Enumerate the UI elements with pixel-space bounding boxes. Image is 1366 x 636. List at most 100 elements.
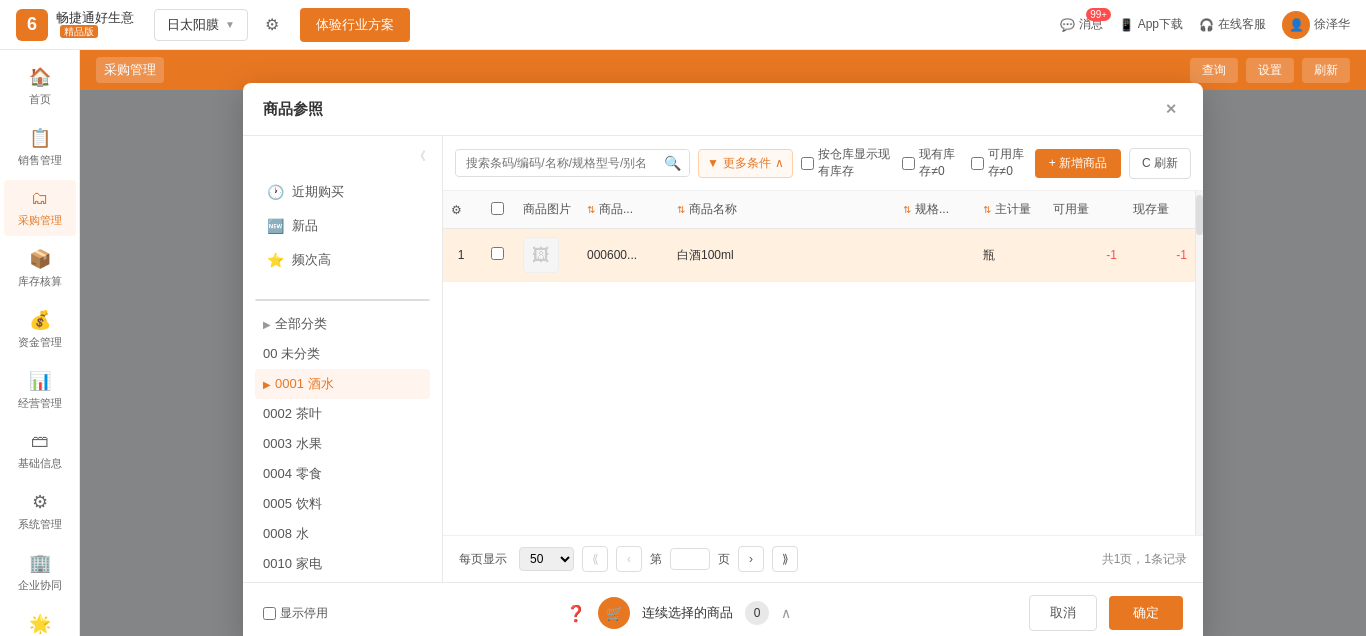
checkbox-warehouse[interactable]: 按仓库显示现有库存 <box>801 146 891 180</box>
cat-item-0001[interactable]: ▶ 0001 酒水 <box>255 369 430 399</box>
checkbox-available[interactable]: 可用库存≠0 <box>971 146 1027 180</box>
star-icon: ⭐ <box>267 252 284 268</box>
notifications-badge: 99+ <box>1086 8 1110 21</box>
sidebar-item-operations[interactable]: 📊 经营管理 <box>4 362 76 419</box>
bg-query-btn[interactable]: 查询 <box>1190 58 1238 83</box>
sidebar-item-guide[interactable]: 🌟 新手引导 <box>4 605 76 636</box>
subnav-item-purchase[interactable]: 采购管理 <box>96 57 164 83</box>
show-disabled-checkbox[interactable]: 显示停用 <box>263 605 328 622</box>
bg-refresh-btn[interactable]: 刷新 <box>1302 58 1350 83</box>
category-search-btn[interactable]: 🔍 <box>422 299 430 301</box>
cat-item-0008[interactable]: 0008 水 <box>255 519 430 549</box>
cat-active-arrow-icon: ▶ <box>263 379 271 390</box>
quick-frequent-btn[interactable]: ⭐ 频次高 <box>255 245 430 275</box>
product-table-wrap: ⚙ 商品图片 <box>443 191 1195 535</box>
quick-recent-btn[interactable]: 🕐 近期购买 <box>255 177 430 207</box>
new-product-btn[interactable]: + 新增商品 <box>1035 149 1121 178</box>
sidebar-item-system[interactable]: ⚙ 系统管理 <box>4 483 76 540</box>
bg-settings-btn[interactable]: 设置 <box>1246 58 1294 83</box>
col-header-unit[interactable]: ⇅ 主计量 <box>975 191 1045 229</box>
modal-footer: 显示停用 ❓ 🛒 连续选择的商品 0 ∧ 取消 确定 <box>243 582 1203 636</box>
inventory-icon: 📦 <box>29 248 51 270</box>
main-content: 采购管理 查询 设置 刷新 商品参照 ✕ <box>80 50 1366 636</box>
trial-button[interactable]: 体验行业方案 <box>300 8 410 42</box>
category-search-input[interactable] <box>256 299 422 301</box>
refresh-btn[interactable]: C 刷新 <box>1129 148 1191 179</box>
gear-icon[interactable]: ⚙ <box>256 9 288 41</box>
top-nav: 6 畅捷通好生意 精品版 日太阳膜 ▼ ⚙ 体验行业方案 💬 消息 99+ 📱 … <box>0 0 1366 50</box>
sidebar-item-inventory[interactable]: 📦 库存核算 <box>4 240 76 297</box>
sidebar-item-home[interactable]: 🏠 首页 <box>4 58 76 115</box>
cart-label: 连续选择的商品 <box>642 604 733 622</box>
modal-pagination: 每页显示 50 100 200 ⟪ ‹ 第 1 页 › <box>443 535 1203 582</box>
modal-header: 商品参照 ✕ <box>243 83 1203 136</box>
notifications-item[interactable]: 💬 消息 99+ <box>1060 16 1103 33</box>
cancel-button[interactable]: 取消 <box>1029 595 1097 631</box>
cat-item-0005[interactable]: 0005 饮料 <box>255 489 430 519</box>
col-header-check <box>479 191 515 229</box>
select-all-checkbox[interactable] <box>491 202 504 215</box>
cat-item-0010[interactable]: 0010 家电 <box>255 549 430 579</box>
logo-icon: 6 <box>16 9 48 41</box>
sidebar-item-finance[interactable]: 💰 资金管理 <box>4 301 76 358</box>
collapse-up-icon[interactable]: ∧ <box>781 605 791 621</box>
col-header-code[interactable]: ⇅ 商品... <box>579 191 669 229</box>
app-download-item[interactable]: 📱 App下载 <box>1119 16 1183 33</box>
row-code: 000600... <box>579 229 669 282</box>
page-input[interactable]: 1 <box>670 548 710 570</box>
cart-icon[interactable]: 🛒 <box>598 597 630 629</box>
quick-new-btn[interactable]: 🆕 新品 <box>255 211 430 241</box>
row-unit: 瓶 <box>975 229 1045 282</box>
table-row[interactable]: 1 🖼 <box>443 229 1195 282</box>
cart-count: 0 <box>745 601 769 625</box>
enterprise-icon: 🏢 <box>29 552 51 574</box>
modal-overlay: 商品参照 ✕ 《 🕐 <box>80 90 1366 636</box>
sidebar-item-basic[interactable]: 🗃 基础信息 <box>4 423 76 479</box>
spec-sort-icon: ⇅ <box>903 204 911 215</box>
modal-search-bar: 🔍 ▼ 更多条件 ∧ 按仓库显示现有库存 <box>443 136 1203 191</box>
brand-name: 畅捷通好生意 <box>56 10 134 26</box>
row-check[interactable] <box>479 229 515 282</box>
scroll-thumb[interactable] <box>1196 195 1203 235</box>
nav-selector[interactable]: 日太阳膜 ▼ <box>154 9 248 41</box>
col-header-name[interactable]: ⇅ 商品名称 <box>669 191 895 229</box>
page-prev-btn[interactable]: ‹ <box>616 546 642 572</box>
filter-icon: ▼ <box>707 156 719 170</box>
modal-body: 《 🕐 近期购买 🆕 新品 <box>243 136 1203 582</box>
mobile-icon: 📱 <box>1119 18 1134 32</box>
collapse-panel-btn[interactable]: 《 <box>406 144 434 169</box>
cat-item-all[interactable]: ▶ 全部分类 <box>255 309 430 339</box>
cat-item-00[interactable]: 00 未分类 <box>255 339 430 369</box>
modal-close-button[interactable]: ✕ <box>1159 97 1183 121</box>
col-header-stock: 现存量 <box>1125 191 1195 229</box>
per-page-select[interactable]: 50 100 200 <box>519 547 574 571</box>
confirm-button[interactable]: 确定 <box>1109 596 1183 630</box>
page-first-btn[interactable]: ⟪ <box>582 546 608 572</box>
product-table: ⚙ 商品图片 <box>443 191 1195 282</box>
col-header-img: 商品图片 <box>515 191 579 229</box>
col-header-spec[interactable]: ⇅ 规格... <box>895 191 975 229</box>
avatar: 👤 <box>1282 11 1310 39</box>
sidebar-item-purchase[interactable]: 🗂 采购管理 <box>4 180 76 236</box>
table-scrollbar[interactable] <box>1195 191 1203 535</box>
sidebar-item-sales[interactable]: 📋 销售管理 <box>4 119 76 176</box>
settings-table-icon[interactable]: ⚙ <box>451 203 462 217</box>
cat-arrow-icon: ▶ <box>263 319 271 330</box>
operations-icon: 📊 <box>29 370 51 392</box>
col-header-available: 可用量 <box>1045 191 1125 229</box>
page-next-btn[interactable]: › <box>738 546 764 572</box>
checkbox-existing[interactable]: 现有库存≠0 <box>902 146 958 180</box>
cat-item-0003[interactable]: 0003 水果 <box>255 429 430 459</box>
product-search-btn[interactable]: 🔍 <box>656 150 689 176</box>
help-icon[interactable]: ❓ <box>566 604 586 623</box>
sidebar-item-enterprise[interactable]: 🏢 企业协同 <box>4 544 76 601</box>
product-search-input[interactable] <box>456 151 656 175</box>
filter-more-btn[interactable]: ▼ 更多条件 ∧ <box>698 149 793 178</box>
category-tree: ▶ 全部分类 00 未分类 ▶ 0001 酒水 0002 茶 <box>243 305 442 582</box>
filter-up-icon: ∧ <box>775 156 784 170</box>
online-service-item[interactable]: 🎧 在线客服 <box>1199 16 1266 33</box>
user-item[interactable]: 👤 徐泽华 <box>1282 11 1350 39</box>
page-last-btn[interactable]: ⟫ <box>772 546 798 572</box>
cat-item-0002[interactable]: 0002 茶叶 <box>255 399 430 429</box>
cat-item-0004[interactable]: 0004 零食 <box>255 459 430 489</box>
